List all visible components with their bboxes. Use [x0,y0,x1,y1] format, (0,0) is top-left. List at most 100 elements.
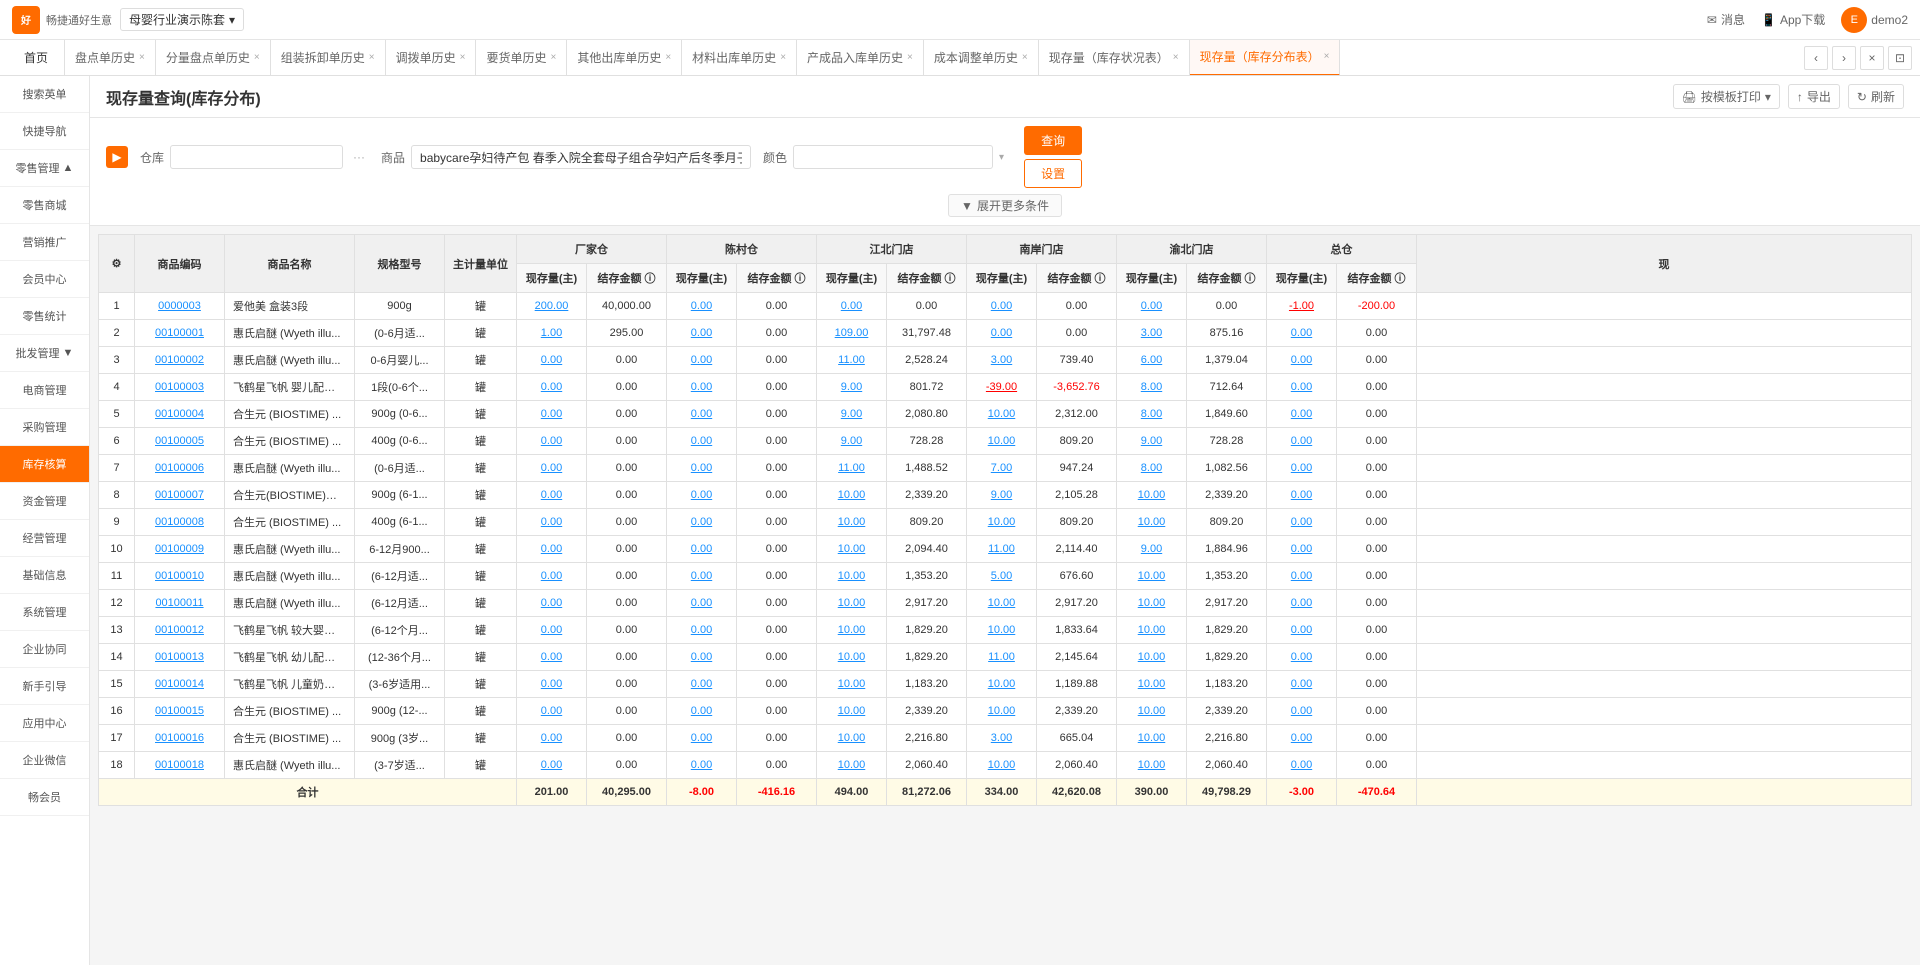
code-link[interactable]: 00100015 [155,705,204,717]
tab-close-all-btn[interactable]: × [1860,46,1884,70]
total-qty-link[interactable]: 0.00 [1291,381,1312,393]
yubei-qty-link[interactable]: 10.00 [1138,678,1166,690]
tab-prev-btn[interactable]: ‹ [1804,46,1828,70]
settings-btn[interactable]: 设置 [1024,159,1082,188]
tab-close-1[interactable]: × [139,52,145,63]
jiangbei-qty-link[interactable]: 109.00 [835,327,869,339]
sidebar-item-nav[interactable]: 快捷导航 [0,113,89,150]
tab-close-4[interactable]: × [460,52,466,63]
factory-qty-link[interactable]: 0.00 [541,543,562,555]
factory-qty-link[interactable]: 0.00 [541,570,562,582]
total-qty-link[interactable]: 0.00 [1291,597,1312,609]
chenlu-qty-link[interactable]: 0.00 [691,651,712,663]
industry-selector[interactable]: 母婴行业演示陈套 ▾ [120,8,244,31]
yubei-qty-link[interactable]: 3.00 [1141,327,1162,339]
sidebar-item-marketing[interactable]: 营销推广 [0,224,89,261]
table-container[interactable]: ⚙ 商品编码 商品名称 规格型号 主计量单位 厂家仓 陈村仓 江北门店 南岸门店… [90,226,1920,965]
tab-7[interactable]: 材料出库单历史 × [682,40,797,76]
tab-close-6[interactable]: × [665,52,671,63]
yubei-qty-link[interactable]: 10.00 [1138,732,1166,744]
jiangbei-qty-link[interactable]: 10.00 [838,705,866,717]
message-btn[interactable]: ✉ 消息 [1707,11,1745,28]
sidebar-item-retail-mgmt[interactable]: 零售管理 ▲ [0,150,89,187]
yubei-qty-link[interactable]: 10.00 [1138,651,1166,663]
sidebar-item-wholesale-mgmt[interactable]: 批发管理 ▼ [0,335,89,372]
sidebar-item-member[interactable]: 会员中心 [0,261,89,298]
yubei-qty-link[interactable]: 10.00 [1138,516,1166,528]
yubei-qty-link[interactable]: 6.00 [1141,354,1162,366]
chenlu-qty-link[interactable]: 0.00 [691,732,712,744]
total-qty-link[interactable]: 0.00 [1291,354,1312,366]
total-qty-link[interactable]: 0.00 [1291,489,1312,501]
total-qty-link[interactable]: 0.00 [1291,327,1312,339]
total-qty-link[interactable]: 0.00 [1291,624,1312,636]
jiangbei-qty-link[interactable]: 10.00 [838,489,866,501]
goods-input[interactable] [411,145,751,169]
sidebar-item-purchase[interactable]: 采购管理 [0,409,89,446]
tab-8[interactable]: 产成品入库单历史 × [797,40,924,76]
yubei-qty-link[interactable]: 9.00 [1141,543,1162,555]
nangan-qty-link[interactable]: 5.00 [991,570,1012,582]
sidebar-item-retail-stats[interactable]: 零售统计 [0,298,89,335]
tab-home[interactable]: 首页 [8,40,65,76]
factory-qty-link[interactable]: 0.00 [541,489,562,501]
tab-close-5[interactable]: × [550,52,556,63]
sidebar-item-wechat[interactable]: 企业微信 [0,742,89,779]
factory-qty-link[interactable]: 200.00 [535,300,569,312]
yubei-qty-link[interactable]: 10.00 [1138,570,1166,582]
code-link[interactable]: 0000003 [158,300,201,312]
total-qty-link[interactable]: 0.00 [1291,543,1312,555]
total-qty-link[interactable]: 0.00 [1291,408,1312,420]
jiangbei-qty-link[interactable]: 10.00 [838,543,866,555]
nangan-qty-link[interactable]: 10.00 [988,435,1016,447]
factory-qty-link[interactable]: 0.00 [541,435,562,447]
factory-qty-link[interactable]: 0.00 [541,759,562,771]
code-link[interactable]: 00100009 [155,543,204,555]
export-btn[interactable]: ↑ 导出 [1788,84,1840,109]
nangan-qty-link[interactable]: 10.00 [988,705,1016,717]
nangan-qty-link[interactable]: 3.00 [991,732,1012,744]
factory-qty-link[interactable]: 0.00 [541,462,562,474]
tab-close-3[interactable]: × [369,52,375,63]
yubei-qty-link[interactable]: 8.00 [1141,462,1162,474]
jiangbei-qty-link[interactable]: 10.00 [838,570,866,582]
code-link[interactable]: 00100003 [155,381,204,393]
tab-5[interactable]: 要货单历史 × [476,40,567,76]
tab-1[interactable]: 盘点单历史 × [65,40,156,76]
code-link[interactable]: 00100004 [155,408,204,420]
chenlu-qty-link[interactable]: 0.00 [691,354,712,366]
jiangbei-qty-link[interactable]: 10.00 [838,678,866,690]
jiangbei-qty-link[interactable]: 10.00 [838,732,866,744]
tab-4[interactable]: 调拨单历史 × [386,40,477,76]
jiangbei-qty-link[interactable]: 10.00 [838,597,866,609]
print-btn[interactable]: 🖨 按模板打印 ▾ [1673,84,1780,109]
code-link[interactable]: 00100008 [155,516,204,528]
nangan-qty-link[interactable]: 10.00 [988,516,1016,528]
yubei-qty-link[interactable]: 8.00 [1141,408,1162,420]
chenlu-qty-link[interactable]: 0.00 [691,516,712,528]
total-qty-link[interactable]: 0.00 [1291,705,1312,717]
code-link[interactable]: 00100010 [155,570,204,582]
nangan-qty-link[interactable]: 10.00 [988,678,1016,690]
jiangbei-qty-link[interactable]: 9.00 [841,381,862,393]
warehouse-input[interactable] [170,145,343,169]
jiangbei-qty-link[interactable]: 0.00 [841,300,862,312]
code-link[interactable]: 00100007 [155,489,204,501]
nangan-qty-link[interactable]: 11.00 [988,651,1015,663]
sidebar-item-operations[interactable]: 经营管理 [0,520,89,557]
chenlu-qty-link[interactable]: 0.00 [691,759,712,771]
chenlu-qty-link[interactable]: 0.00 [691,381,712,393]
nangan-qty-link[interactable]: 10.00 [988,624,1016,636]
query-btn[interactable]: 查询 [1024,126,1082,155]
nangan-qty-link[interactable]: -39.00 [986,381,1017,393]
tab-close-7[interactable]: × [780,52,786,63]
factory-qty-link[interactable]: 0.00 [541,516,562,528]
jiangbei-qty-link[interactable]: 11.00 [838,354,865,366]
total-qty-link[interactable]: 0.00 [1291,570,1312,582]
user-area[interactable]: E demo2 [1841,7,1908,33]
code-link[interactable]: 00100016 [155,732,204,744]
nangan-qty-link[interactable]: 10.00 [988,759,1016,771]
tab-close-8[interactable]: × [907,52,913,63]
tab-close-9[interactable]: × [1022,52,1028,63]
code-link[interactable]: 00100011 [155,597,203,609]
